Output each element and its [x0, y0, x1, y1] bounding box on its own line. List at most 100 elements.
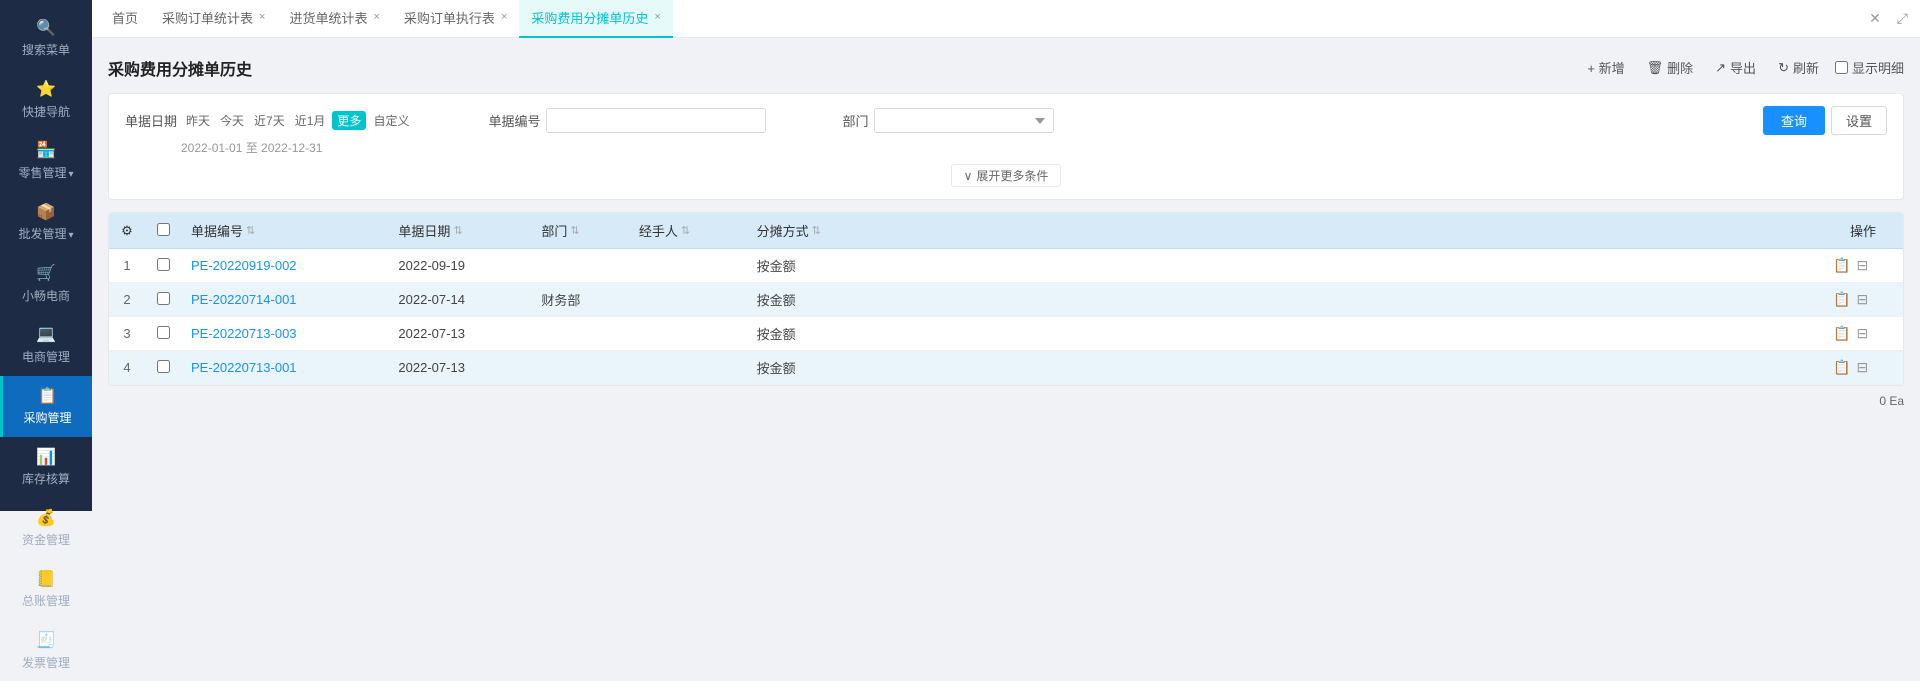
row-2-doc-num-link[interactable]: PE-20220714-001 [191, 292, 297, 307]
row-4-doc-num-link[interactable]: PE-20220713-001 [191, 360, 297, 375]
docnum-filter-label: 单据编号 [488, 111, 540, 130]
row-3-doc-num: PE-20220713-003 [181, 317, 388, 351]
row-2-checkbox[interactable] [157, 292, 170, 305]
row-3-doc-num-link[interactable]: PE-20220713-003 [191, 326, 297, 341]
sidebar-item-retail[interactable]: 🏪零售管理▾ [0, 130, 92, 191]
th-split-method[interactable]: 分摊方式 ⇅ [747, 213, 1823, 249]
refresh-icon: ↻ [1778, 60, 1789, 76]
sidebar-item-wholesale[interactable]: 📦批发管理▾ [0, 192, 92, 253]
th-dept-label: 部门 [541, 221, 567, 240]
tab-home[interactable]: 首页 [100, 0, 150, 38]
add-button[interactable]: + 新增 [1581, 54, 1630, 81]
tab-close-btn[interactable]: × [654, 12, 660, 23]
sidebar: 🔍搜索菜单⭐快捷导航🏪零售管理▾📦批发管理▾🛒小畅电商💻电商管理📋采购管理📊库存… [0, 0, 92, 511]
row-4-dept [531, 351, 629, 385]
show-columns-checkbox[interactable] [1835, 61, 1848, 74]
row-3-checkbox[interactable] [157, 326, 170, 339]
filter-settings-button[interactable]: 设置 [1831, 106, 1887, 135]
row-4-checkbox-cell [145, 351, 181, 385]
row-3-doc-date: 2022-07-13 [388, 317, 531, 351]
export-button[interactable]: ↗ 导出 [1709, 54, 1762, 81]
sidebar-icon-search: 🔍 [4, 18, 88, 40]
sidebar-icon-account: 📒 [4, 569, 88, 591]
row-4-checkbox[interactable] [157, 360, 170, 373]
row-4-edit-icon[interactable]: 📋 [1833, 359, 1850, 376]
shortcut-1month[interactable]: 近1月 [292, 111, 329, 130]
shortcut-more[interactable]: 更多 [332, 111, 366, 130]
table-row: 4 PE-20220713-001 2022-07-13 按金额 [109, 351, 1903, 385]
th-actions: 操作 [1823, 213, 1903, 249]
shortcut-custom[interactable]: 自定义 [370, 111, 412, 130]
table-row: 3 PE-20220713-003 2022-07-13 按金额 [109, 317, 1903, 351]
row-4-delete-icon[interactable]: ⊟ [1856, 359, 1868, 376]
tab-close-btn[interactable]: × [373, 12, 379, 23]
row-4-handler [629, 351, 747, 385]
select-all-checkbox[interactable] [157, 223, 170, 236]
refresh-button[interactable]: ↻ 刷新 [1772, 54, 1825, 81]
show-columns-toggle[interactable]: 显示明细 [1835, 58, 1904, 77]
th-settings[interactable]: ⚙ [109, 213, 145, 249]
row-1-delete-icon[interactable]: ⊟ [1856, 257, 1868, 274]
row-num-2: 2 [109, 283, 145, 317]
sidebar-item-finance[interactable]: 💰资金管理 [0, 498, 92, 559]
tab-bar: 首页采购订单统计表×进货单统计表×采购订单执行表×采购费用分摊单历史× ✕ ⤢ [92, 0, 1920, 38]
row-2-doc-date: 2022-07-14 [388, 283, 531, 317]
table-header: ⚙ 单据编号 ⇅ 单据日期 [109, 213, 1903, 249]
row-1-doc-num-link[interactable]: PE-20220919-002 [191, 258, 297, 273]
tab-close-btn[interactable]: × [259, 12, 265, 23]
pagination-area: 0 Ea [108, 386, 1904, 416]
data-table-container: ⚙ 单据编号 ⇅ 单据日期 [108, 212, 1904, 386]
row-2-doc-num: PE-20220714-001 [181, 283, 388, 317]
sidebar-icon-retail: 🏪 [4, 140, 88, 162]
sidebar-item-nav[interactable]: ⭐快捷导航 [0, 69, 92, 130]
export-icon: ↗ [1715, 60, 1726, 76]
row-3-delete-icon[interactable]: ⊟ [1856, 325, 1868, 342]
row-3-edit-icon[interactable]: 📋 [1833, 325, 1850, 342]
row-2-edit-icon[interactable]: 📋 [1833, 291, 1850, 308]
sidebar-item-inventory[interactable]: 📊库存核算 [0, 437, 92, 498]
row-1-checkbox[interactable] [157, 258, 170, 271]
sidebar-item-account[interactable]: 📒总账管理 [0, 559, 92, 620]
row-3-actions: 📋 ⊟ [1823, 317, 1903, 351]
row-num-3: 3 [109, 317, 145, 351]
docnum-filter-input[interactable] [546, 108, 766, 133]
row-2-dept: 财务部 [531, 283, 629, 317]
tab-close-btn[interactable]: × [501, 12, 507, 23]
row-2-delete-icon[interactable]: ⊟ [1856, 291, 1868, 308]
toolbar: + 新增 🗑 删除 ↗ 导出 ↻ 刷新 显示明细 [1581, 54, 1904, 81]
row-1-checkbox-cell [145, 249, 181, 283]
sidebar-item-ecom[interactable]: 💻电商管理 [0, 314, 92, 375]
shortcut-yesterday[interactable]: 昨天 [183, 111, 213, 130]
tab-purchase-order-exec[interactable]: 采购订单执行表× [392, 0, 519, 38]
th-doc-num[interactable]: 单据编号 ⇅ [181, 213, 388, 249]
maximize-window-button[interactable]: ⤢ [1893, 8, 1912, 29]
sidebar-item-purchase[interactable]: 📋采购管理 [0, 376, 92, 437]
docnum-filter-group: 单据编号 [488, 108, 766, 133]
close-window-button[interactable]: ✕ [1865, 8, 1885, 29]
row-4-split-method: 按金额 [747, 351, 1823, 385]
sidebar-icon-ecom-small: 🛒 [4, 263, 88, 285]
tab-incoming-stats[interactable]: 进货单统计表× [277, 0, 391, 38]
sidebar-item-ecom-small[interactable]: 🛒小畅电商 [0, 253, 92, 314]
th-doc-date[interactable]: 单据日期 ⇅ [388, 213, 531, 249]
row-1-dept [531, 249, 629, 283]
shortcut-today[interactable]: 今天 [217, 111, 247, 130]
th-handler[interactable]: 经手人 ⇅ [629, 213, 747, 249]
th-dept[interactable]: 部门 ⇅ [531, 213, 629, 249]
sidebar-item-invoice[interactable]: 🧾发票管理 [0, 620, 92, 681]
filter-row-1: 单据日期 昨天 今天 近7天 近1月 更多 自定义 单据编号 [125, 106, 1887, 135]
row-3-handler [629, 317, 747, 351]
tab-purchase-order-stats[interactable]: 采购订单统计表× [150, 0, 277, 38]
row-2-handler [629, 283, 747, 317]
shortcut-7days[interactable]: 近7天 [251, 111, 288, 130]
dept-filter-select[interactable] [874, 108, 1054, 133]
query-button[interactable]: 查询 [1763, 106, 1825, 135]
tab-purchase-cost-split[interactable]: 采购费用分摊单历史× [519, 0, 672, 38]
row-1-edit-icon[interactable]: 📋 [1833, 257, 1850, 274]
delete-button[interactable]: 🗑 删除 [1641, 54, 1700, 81]
row-2-split-method: 按金额 [747, 283, 1823, 317]
expand-more-button[interactable]: ∨ 展开更多条件 [951, 164, 1062, 187]
date-filter-group: 单据日期 昨天 今天 近7天 近1月 更多 自定义 [125, 111, 412, 130]
column-settings-icon[interactable]: ⚙ [121, 223, 133, 238]
sidebar-item-search[interactable]: 🔍搜索菜单 [0, 8, 92, 69]
